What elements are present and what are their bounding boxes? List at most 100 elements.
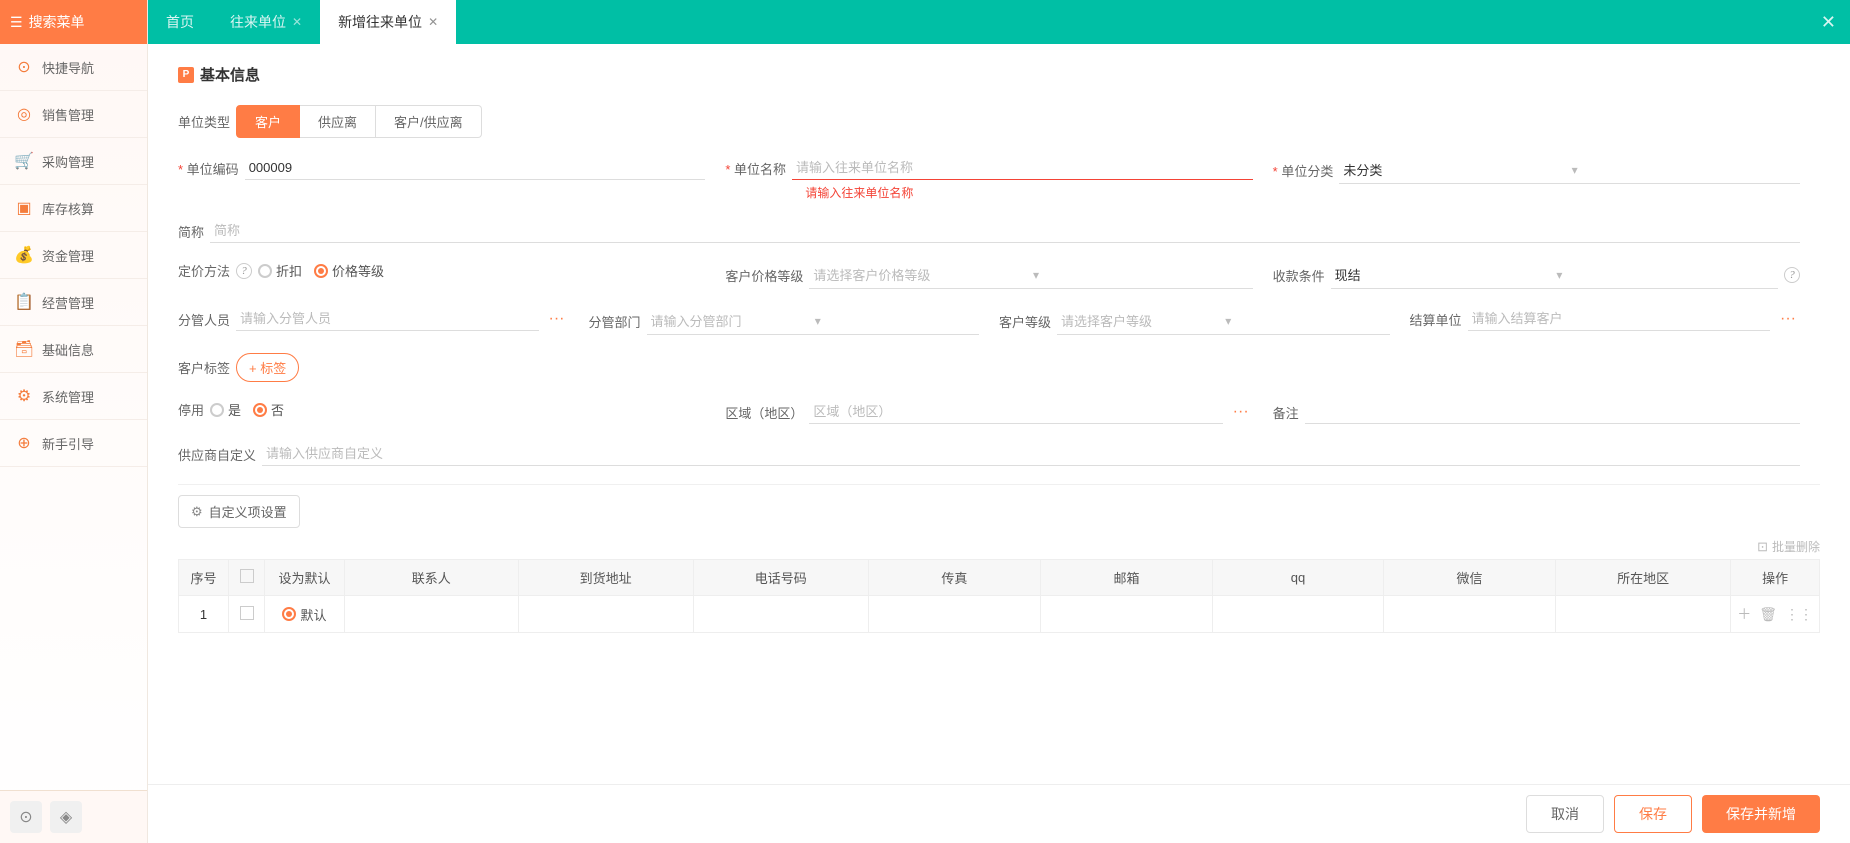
disabled-radio-group: 是 否 xyxy=(210,400,284,419)
unit-type-label: 单位类型 xyxy=(178,112,230,131)
customer-price-level-select[interactable]: 请选择客户价格等级 ▾ xyxy=(809,261,1252,289)
unit-category-label: 单位分类 xyxy=(1273,161,1334,180)
th-address: 到货地址 xyxy=(518,560,693,596)
tab-new-unit[interactable]: 新增往来单位 ✕ xyxy=(320,0,456,44)
email-input[interactable] xyxy=(1047,607,1206,622)
drag-row-handle[interactable]: ⋮⋮ xyxy=(1785,606,1813,623)
fax-input[interactable] xyxy=(875,607,1034,622)
customer-level-select[interactable]: 请选择客户等级 ▾ xyxy=(1057,307,1389,335)
cell-contact[interactable] xyxy=(345,596,519,633)
cell-region[interactable] xyxy=(1556,596,1731,633)
close-all-tabs[interactable]: ✕ xyxy=(1807,12,1850,33)
wechat-input[interactable] xyxy=(1390,607,1549,622)
manager-input[interactable] xyxy=(236,307,539,331)
supplier-custom-row: 供应商自定义 xyxy=(178,442,1820,466)
remarks-input[interactable] xyxy=(1305,400,1800,424)
cell-email[interactable] xyxy=(1040,596,1212,633)
abbreviation-input[interactable] xyxy=(210,219,1800,243)
radio-disabled-no[interactable]: 否 xyxy=(253,400,284,419)
abbreviation-label: 简称 xyxy=(178,222,204,241)
customer-level-chevron: ▾ xyxy=(1225,314,1385,328)
cancel-button[interactable]: 取消 xyxy=(1526,795,1604,833)
batch-delete-icon: ⊡ xyxy=(1757,539,1768,555)
contact-input[interactable] xyxy=(351,607,512,622)
unit-category-select[interactable]: 未分类 ▾ xyxy=(1339,156,1800,184)
sidebar-item-sales[interactable]: ◎ 销售管理 xyxy=(0,91,147,138)
cell-wechat[interactable] xyxy=(1383,596,1555,633)
cell-address[interactable] xyxy=(518,596,693,633)
th-contact: 联系人 xyxy=(345,560,519,596)
tab-home[interactable]: 首页 xyxy=(148,0,212,44)
payment-help-icon[interactable]: ? xyxy=(1784,267,1800,283)
th-qq: qq xyxy=(1213,560,1384,596)
sidebar-item-quick-nav[interactable]: ⊙ 快捷导航 xyxy=(0,44,147,91)
radio-price-level[interactable]: 价格等级 xyxy=(314,261,384,280)
search-menu-button[interactable]: ☰ 搜索菜单 xyxy=(0,0,147,44)
unit-category-chevron: ▾ xyxy=(1572,163,1796,177)
select-all-checkbox[interactable] xyxy=(240,569,254,583)
radio-disabled-yes[interactable]: 是 xyxy=(210,400,241,419)
department-select[interactable]: 请输入分管部门 ▾ xyxy=(647,307,979,335)
sidebar-item-finance[interactable]: 💰 资金管理 xyxy=(0,232,147,279)
unit-code-input[interactable] xyxy=(245,156,706,180)
tag-row: 客户标签 + 标签 xyxy=(178,353,1820,382)
type-btn-supplier[interactable]: 供应离 xyxy=(300,105,376,138)
row-actions: ＋ 🗑 ⋮⋮ xyxy=(1737,604,1813,624)
qq-input[interactable] xyxy=(1219,607,1377,622)
pricing-help-icon[interactable]: ? xyxy=(236,263,252,279)
row-checkbox[interactable] xyxy=(240,606,254,620)
sidebar-item-inventory[interactable]: ▣ 库存核算 xyxy=(0,185,147,232)
department-label: 分管部门 xyxy=(589,312,641,331)
sidebar-item-system[interactable]: ⚙ 系统管理 xyxy=(0,373,147,420)
delete-row-button[interactable]: 🗑 xyxy=(1759,606,1777,623)
region-dots[interactable]: ··· xyxy=(1229,403,1253,421)
save-button[interactable]: 保存 xyxy=(1614,795,1692,833)
customer-price-level-group: 客户价格等级 请选择客户价格等级 ▾ xyxy=(725,261,1252,289)
default-radio[interactable]: 默认 xyxy=(271,605,338,624)
settlement-unit-input[interactable] xyxy=(1468,307,1771,331)
payment-condition-select[interactable]: 现结 ▾ xyxy=(1331,261,1778,289)
cell-seq: 1 xyxy=(179,596,229,633)
close-new-unit-tab[interactable]: ✕ xyxy=(428,15,438,29)
gear-icon: ⚙ xyxy=(191,504,203,520)
radio-disabled-yes-circle xyxy=(210,403,224,417)
add-row-button[interactable]: ＋ xyxy=(1737,604,1751,624)
radio-discount[interactable]: 折扣 xyxy=(258,261,302,280)
basic-info-icon: 🗃 xyxy=(14,339,34,359)
unit-name-input[interactable] xyxy=(792,156,1253,180)
sidebar-item-operations[interactable]: 📋 经营管理 xyxy=(0,279,147,326)
payment-chevron: ▾ xyxy=(1556,268,1774,282)
type-btn-customer[interactable]: 客户 xyxy=(236,105,300,138)
operations-icon: 📋 xyxy=(14,292,34,312)
sidebar-item-tutorial[interactable]: ⊕ 新手引导 xyxy=(0,420,147,467)
tab-units[interactable]: 往来单位 ✕ xyxy=(212,0,320,44)
close-units-tab[interactable]: ✕ xyxy=(292,15,302,29)
sidebar-item-basic-info[interactable]: 🗃 基础信息 xyxy=(0,326,147,373)
save-new-button[interactable]: 保存并新增 xyxy=(1702,795,1820,833)
custom-settings-button[interactable]: ⚙ 自定义项设置 xyxy=(178,495,300,528)
sidebar-bottom-btn-1[interactable]: ⊙ xyxy=(10,801,42,833)
manager-dots[interactable]: ··· xyxy=(545,310,569,328)
customer-level-group: 客户等级 请选择客户等级 ▾ xyxy=(999,307,1390,335)
cell-qq[interactable] xyxy=(1213,596,1384,633)
supplier-custom-group: 供应商自定义 xyxy=(178,442,1800,466)
add-tag-button[interactable]: + 标签 xyxy=(236,353,299,382)
supplier-custom-input[interactable] xyxy=(262,442,1800,466)
settlement-dots[interactable]: ··· xyxy=(1776,310,1800,328)
code-name-category-row: 单位编码 单位名称 请输入往来单位名称 单位分类 未分类 ▾ xyxy=(178,156,1820,201)
address-input[interactable] xyxy=(525,607,687,622)
batch-delete-label[interactable]: 批量删除 xyxy=(1772,538,1820,555)
divider xyxy=(178,484,1820,485)
type-btn-both[interactable]: 客户/供应离 xyxy=(376,105,482,138)
region-table-input[interactable] xyxy=(1562,607,1724,622)
cell-phone[interactable] xyxy=(693,596,868,633)
finance-icon: 💰 xyxy=(14,245,34,265)
phone-input[interactable] xyxy=(700,607,862,622)
region-input[interactable] xyxy=(809,400,1222,424)
sidebar-bottom-btn-2[interactable]: ◈ xyxy=(50,801,82,833)
disabled-region-row: 停用 是 否 区域（地区） ··· 备注 xyxy=(178,400,1820,424)
remarks-group: 备注 xyxy=(1273,400,1800,424)
sidebar-item-purchase[interactable]: 🛒 采购管理 xyxy=(0,138,147,185)
cell-fax[interactable] xyxy=(868,596,1040,633)
customer-price-level-label: 客户价格等级 xyxy=(725,266,803,285)
